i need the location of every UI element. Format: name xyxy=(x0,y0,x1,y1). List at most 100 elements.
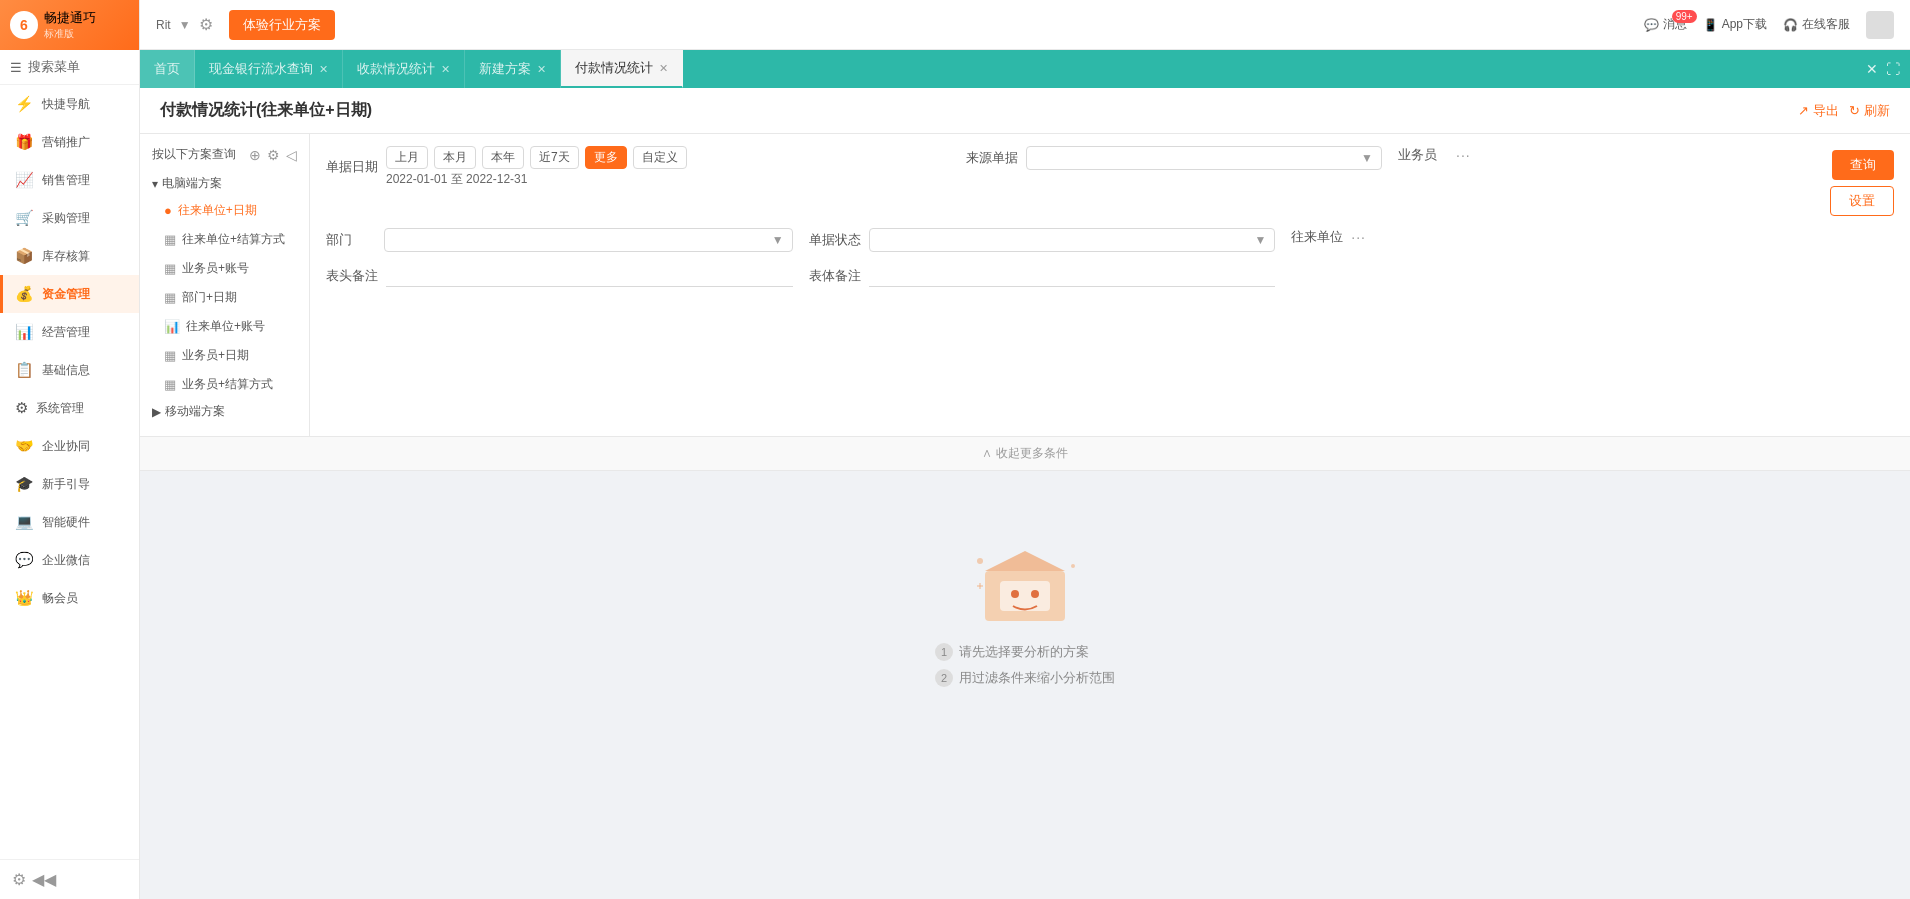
sidebar-item-purchase[interactable]: 🛒 采购管理 xyxy=(0,199,139,237)
corp-icon: 🤝 xyxy=(15,437,34,455)
sidebar-item-basic[interactable]: 📋 基础信息 xyxy=(0,351,139,389)
tab-bank-flow-label: 现金银行流水查询 xyxy=(209,60,313,78)
svg-point-5 xyxy=(977,558,983,564)
tab-receipt-stats[interactable]: 收款情况统计 ✕ xyxy=(343,50,465,88)
export-button[interactable]: ↗ 导出 xyxy=(1798,102,1839,120)
date-btn-7days[interactable]: 近7天 xyxy=(530,146,579,169)
status-select[interactable]: ▼ xyxy=(869,228,1276,252)
scheme-group-mobile-title[interactable]: ▶ 移动端方案 xyxy=(140,399,309,424)
source-select[interactable]: ▼ xyxy=(1026,146,1382,170)
avatar[interactable] xyxy=(1866,11,1894,39)
tab-payment-stats[interactable]: 付款情况统计 ✕ xyxy=(561,50,683,88)
staff-dots-icon[interactable]: ··· xyxy=(1456,147,1471,163)
scheme-item-label: 往来单位+日期 xyxy=(178,202,257,219)
sidebar-item-finance[interactable]: 💰 资金管理 xyxy=(0,275,139,313)
scheme-item-label: 业务员+日期 xyxy=(182,347,249,364)
search-menu[interactable]: ☰ 搜索菜单 xyxy=(0,50,139,85)
scheme-item-unit-settle[interactable]: ▦ 往来单位+结算方式 xyxy=(140,225,309,254)
date-btn-custom[interactable]: 自定义 xyxy=(633,146,687,169)
logo: 6 畅捷通巧 标准版 xyxy=(0,0,139,50)
hardware-icon: 💻 xyxy=(15,513,34,531)
refresh-button[interactable]: ↻ 刷新 xyxy=(1849,102,1890,120)
sidebar-item-label: 企业协同 xyxy=(42,438,90,455)
tab-home[interactable]: 首页 xyxy=(140,50,195,88)
filter-row-3: 表头备注 表体备注 xyxy=(326,264,1894,287)
sidebar-item-marketing[interactable]: 🎁 营销推广 xyxy=(0,123,139,161)
query-button[interactable]: 查询 xyxy=(1832,150,1894,180)
trial-button[interactable]: 体验行业方案 xyxy=(229,10,335,40)
empty-tips: 1 请先选择要分析的方案 2 用过滤条件来缩小分析范围 xyxy=(935,643,1115,695)
svg-point-3 xyxy=(1011,590,1019,598)
tabbar: 首页 现金银行流水查询 ✕ 收款情况统计 ✕ 新建方案 ✕ 付款情况统计 ✕ ✕… xyxy=(140,50,1910,88)
tab-bank-flow-close[interactable]: ✕ xyxy=(319,63,328,76)
sidebar-item-operation[interactable]: 📊 经营管理 xyxy=(0,313,139,351)
header-note-input[interactable] xyxy=(386,264,793,287)
scheme-item-dept-date[interactable]: ▦ 部门+日期 xyxy=(140,283,309,312)
scheme-group-mobile-arrow: ▶ xyxy=(152,405,161,419)
scheme-group-title[interactable]: ▾ 电脑端方案 xyxy=(140,171,309,196)
body-note-field: 表体备注 xyxy=(809,264,1276,287)
scheme-item-unit-account[interactable]: 📊 往来单位+账号 xyxy=(140,312,309,341)
tab-close-all-icon[interactable]: ✕ xyxy=(1866,61,1878,77)
settings-button[interactable]: 设置 xyxy=(1830,186,1894,216)
sidebar-item-hardware[interactable]: 💻 智能硬件 xyxy=(0,503,139,541)
tab-payment-stats-close[interactable]: ✕ xyxy=(659,62,668,75)
tab-new-plan[interactable]: 新建方案 ✕ xyxy=(465,50,561,88)
scheme-item-label: 业务员+结算方式 xyxy=(182,376,273,393)
sales-icon: 📈 xyxy=(15,171,34,189)
tip-num-1: 1 xyxy=(935,643,953,661)
scheme-item-staff-settle[interactable]: ▦ 业务员+结算方式 xyxy=(140,370,309,399)
logo-name: 畅捷通巧 xyxy=(44,9,96,27)
collapse-icon[interactable]: ◀◀ xyxy=(32,870,56,889)
header-note-field: 表头备注 xyxy=(326,264,793,287)
tab-receipt-stats-close[interactable]: ✕ xyxy=(441,63,450,76)
dept-arrow: ▼ xyxy=(772,233,784,247)
date-btn-more[interactable]: 更多 xyxy=(585,146,627,169)
date-btn-this-year[interactable]: 本年 xyxy=(482,146,524,169)
sidebar-item-label: 营销推广 xyxy=(42,134,90,151)
sidebar-item-corp[interactable]: 🤝 企业协同 xyxy=(0,427,139,465)
service-action[interactable]: 🎧 在线客服 xyxy=(1783,16,1850,33)
staff-field: 业务员 ··· xyxy=(1398,146,1814,164)
unit-dots-icon[interactable]: ··· xyxy=(1351,229,1366,245)
scheme-icon-active: ● xyxy=(164,203,172,218)
sidebar-item-quick-nav[interactable]: ⚡ 快捷导航 xyxy=(0,85,139,123)
settings-icon[interactable]: ⚙ xyxy=(12,870,26,889)
topbar-dropdown-arrow[interactable]: ▼ xyxy=(179,18,191,32)
topbar-settings-icon[interactable]: ⚙ xyxy=(199,15,213,34)
collapse-scheme-icon[interactable]: ◁ xyxy=(286,147,297,163)
scheme-group-desktop: ▾ 电脑端方案 ● 往来单位+日期 ▦ 往来单位+结算方式 ▦ xyxy=(140,171,309,399)
scheme-item-unit-date[interactable]: ● 往来单位+日期 xyxy=(140,196,309,225)
body-note-input[interactable] xyxy=(869,264,1276,287)
date-btn-this-month[interactable]: 本月 xyxy=(434,146,476,169)
quick-nav-icon: ⚡ xyxy=(15,95,34,113)
scheme-icon: ▦ xyxy=(164,290,176,305)
settings-scheme-icon[interactable]: ⚙ xyxy=(267,147,280,163)
collapse-bar[interactable]: ∧ 收起更多条件 xyxy=(140,436,1910,470)
sidebar-item-sales[interactable]: 📈 销售管理 xyxy=(0,161,139,199)
sidebar-item-guide[interactable]: 🎓 新手引导 xyxy=(0,465,139,503)
basic-icon: 📋 xyxy=(15,361,34,379)
add-scheme-icon[interactable]: ⊕ xyxy=(249,147,261,163)
filter-sidebar-header: 按以下方案查询 ⊕ ⚙ ◁ xyxy=(140,146,309,171)
sidebar-item-wechat[interactable]: 💬 企业微信 xyxy=(0,541,139,579)
scheme-item-staff-account[interactable]: ▦ 业务员+账号 xyxy=(140,254,309,283)
sidebar-item-member[interactable]: 👑 畅会员 xyxy=(0,579,139,617)
sidebar-item-inventory[interactable]: 📦 库存核算 xyxy=(0,237,139,275)
date-btn-last-month[interactable]: 上月 xyxy=(386,146,428,169)
scheme-item-label: 业务员+账号 xyxy=(182,260,249,277)
message-action[interactable]: 💬 消息 99+ xyxy=(1644,16,1687,33)
sidebar-item-system[interactable]: ⚙ 系统管理 xyxy=(0,389,139,427)
message-icon: 💬 xyxy=(1644,18,1659,32)
source-select-arrow: ▼ xyxy=(1361,151,1373,165)
dept-select[interactable]: ▼ xyxy=(384,228,793,252)
marketing-icon: 🎁 xyxy=(15,133,34,151)
tab-expand-icon[interactable]: ⛶ xyxy=(1886,61,1900,77)
scheme-item-staff-date[interactable]: ▦ 业务员+日期 xyxy=(140,341,309,370)
tab-new-plan-close[interactable]: ✕ xyxy=(537,63,546,76)
app-download-action[interactable]: 📱 App下载 xyxy=(1703,16,1767,33)
logo-text: 畅捷通巧 标准版 xyxy=(44,9,96,41)
sidebar-menu: ⚡ 快捷导航 🎁 营销推广 📈 销售管理 🛒 采购管理 📦 库存核算 💰 资金管… xyxy=(0,85,139,859)
tab-bank-flow[interactable]: 现金银行流水查询 ✕ xyxy=(195,50,343,88)
scheme-group-mobile-name: 移动端方案 xyxy=(165,403,225,420)
